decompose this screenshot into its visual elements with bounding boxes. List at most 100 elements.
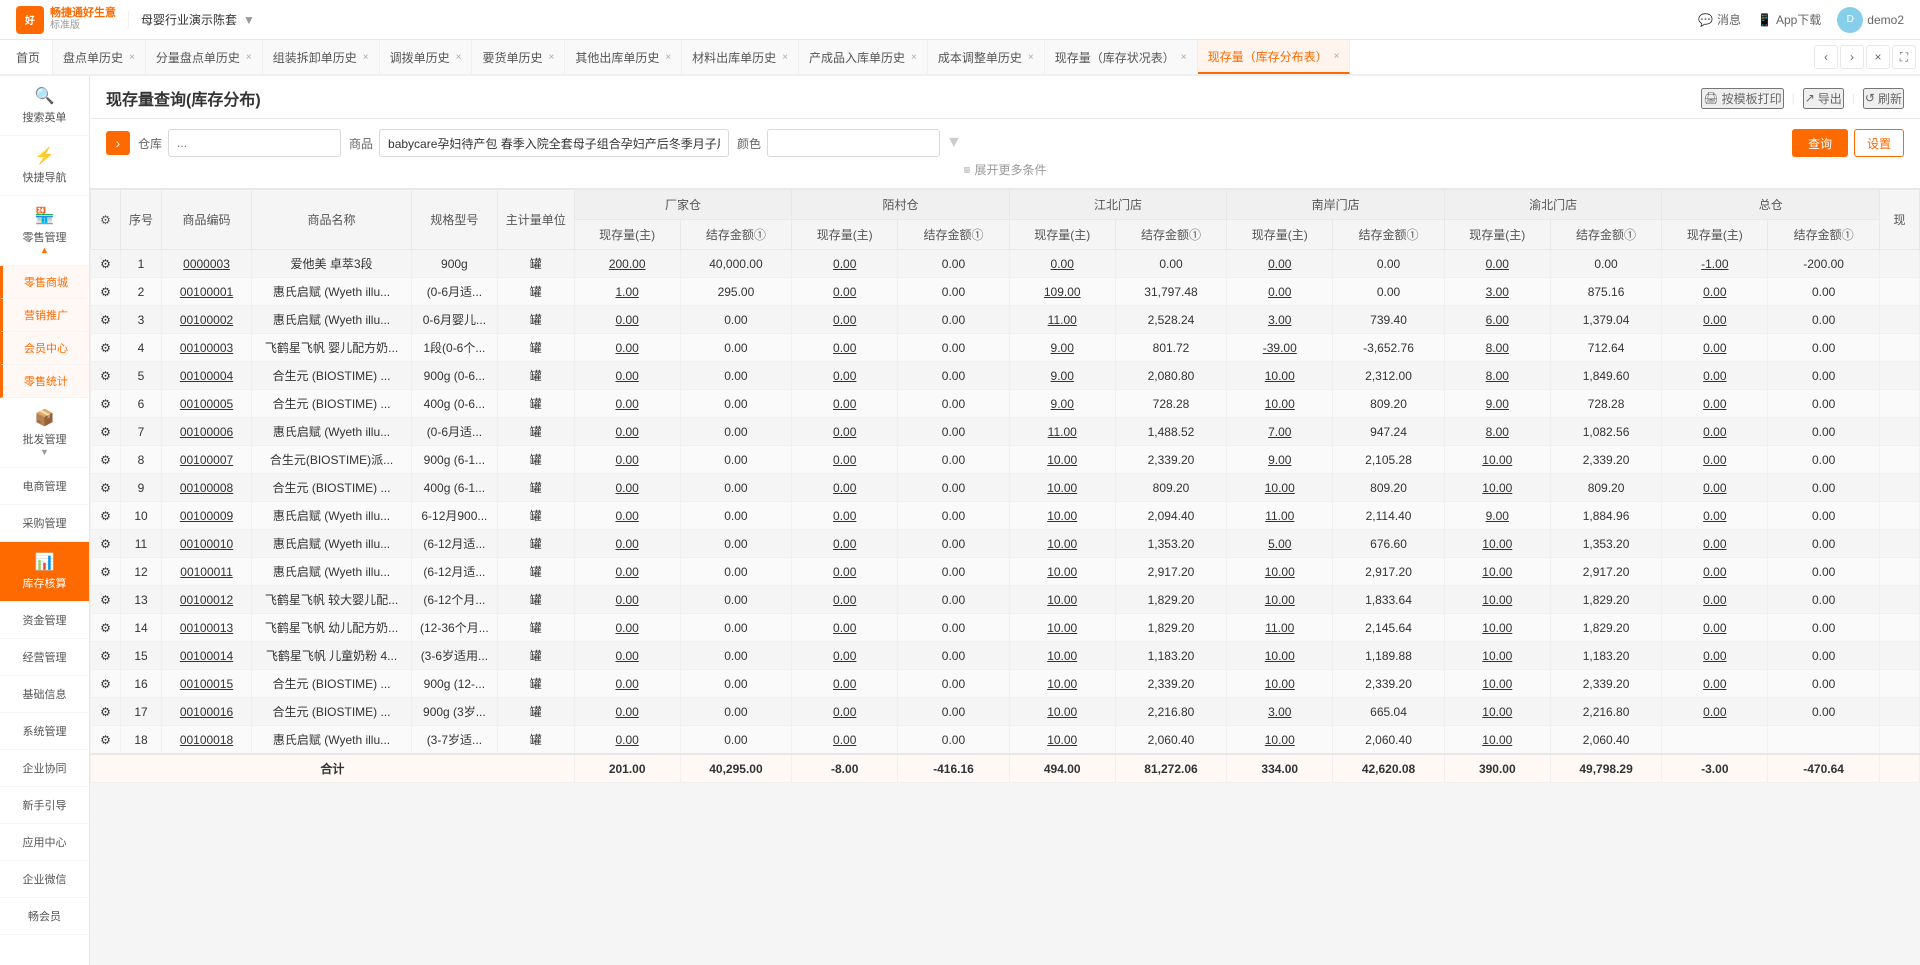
tab-close-icon[interactable]: ×: [665, 52, 671, 63]
tab-close-icon[interactable]: ×: [548, 52, 554, 63]
cell-settings[interactable]: ⚙: [91, 642, 121, 670]
export-button[interactable]: ↗ 导出: [1803, 88, 1844, 109]
cell-yimd-amt: 1,183.20: [1550, 642, 1662, 670]
tab-close-icon[interactable]: ×: [1334, 51, 1340, 62]
sidebar-item-system[interactable]: 系统管理: [0, 713, 89, 750]
warehouse-input[interactable]: [168, 129, 341, 157]
expand-more-btn[interactable]: ≡ 展开更多条件: [106, 157, 1904, 178]
logo-icon: 好: [16, 6, 44, 34]
tab-close-icon[interactable]: ×: [1181, 52, 1187, 63]
tab-close-icon[interactable]: ×: [911, 52, 917, 63]
cell-extra: [1880, 418, 1920, 446]
sidebar-item-retail-store[interactable]: 零售商城: [0, 266, 89, 299]
tab-home[interactable]: 首页: [4, 40, 53, 74]
company-selector[interactable]: 母婴行业演示陈套 ▼: [128, 11, 267, 28]
cell-cgc-qty: 0.00: [574, 614, 680, 642]
tab-material-outbound[interactable]: 材料出库单历史 ×: [682, 40, 799, 74]
user-menu[interactable]: D demo2: [1837, 7, 1904, 33]
cell-mcc-qty: 0.00: [792, 642, 898, 670]
tab-order-history[interactable]: 要货单历史 ×: [472, 40, 565, 74]
sidebar-item-vip-member[interactable]: 畅会员: [0, 898, 89, 935]
cell-cgc-qty: 1.00: [574, 278, 680, 306]
cell-settings[interactable]: ⚙: [91, 334, 121, 362]
cell-settings[interactable]: ⚙: [91, 558, 121, 586]
sidebar-item-enterprise[interactable]: 企业协同: [0, 750, 89, 787]
refresh-button[interactable]: ↺ 刷新: [1863, 88, 1904, 109]
sidebar-item-retail-stats[interactable]: 零售统计: [0, 365, 89, 398]
tab-other-outbound[interactable]: 其他出库单历史 ×: [565, 40, 682, 74]
tab-inventory-single[interactable]: 盘点单历史 ×: [53, 40, 146, 74]
cell-jbmd-qty: 10.00: [1009, 670, 1115, 698]
sidebar-item-enterprise-wechat[interactable]: 企业微信: [0, 861, 89, 898]
tab-expand-btn[interactable]: ⛶: [1892, 45, 1916, 69]
sidebar-item-retail[interactable]: 🏪 零售管理 ▲: [0, 196, 89, 266]
cell-settings[interactable]: ⚙: [91, 418, 121, 446]
sidebar-item-finance[interactable]: 资金管理: [0, 602, 89, 639]
cell-no: 3: [121, 306, 162, 334]
message-btn[interactable]: 💬 消息: [1698, 11, 1741, 28]
sidebar-item-inventory[interactable]: 📊 库存核算: [0, 542, 89, 602]
tab-finished-inbound[interactable]: 产成品入库单历史 ×: [799, 40, 928, 74]
cell-settings[interactable]: ⚙: [91, 250, 121, 278]
query-button[interactable]: 查询: [1792, 129, 1848, 157]
sidebar-item-quicknav[interactable]: ⚡ 快捷导航: [0, 136, 89, 196]
cell-settings[interactable]: ⚙: [91, 474, 121, 502]
settings-button[interactable]: 设置: [1854, 129, 1904, 157]
sidebar-item-wholesale[interactable]: 📦 批发管理 ▼: [0, 398, 89, 468]
cell-total-qty: 0.00: [1662, 362, 1768, 390]
page-header-actions: 🖨 按模板打印 | ↗ 导出 | ↺ 刷新: [1701, 88, 1904, 117]
cell-settings[interactable]: ⚙: [91, 530, 121, 558]
cell-settings[interactable]: ⚙: [91, 502, 121, 530]
tab-next-btn[interactable]: ›: [1840, 45, 1864, 69]
cell-cgc-qty: 0.00: [574, 390, 680, 418]
tab-group-disassemble[interactable]: 组装拆卸单历史 ×: [263, 40, 380, 74]
tab-close-icon[interactable]: ×: [129, 52, 135, 63]
cell-total-amt: 0.00: [1768, 474, 1880, 502]
cell-settings[interactable]: ⚙: [91, 446, 121, 474]
cell-total-qty: 0.00: [1662, 670, 1768, 698]
tab-transfer[interactable]: 调拨单历史 ×: [380, 40, 473, 74]
tab-cost-adjust[interactable]: 成本调整单历史 ×: [928, 40, 1045, 74]
product-input[interactable]: [379, 129, 729, 157]
tab-close-icon[interactable]: ×: [363, 52, 369, 63]
cell-settings[interactable]: ⚙: [91, 614, 121, 642]
print-button[interactable]: 🖨 按模板打印: [1701, 88, 1783, 109]
cell-settings[interactable]: ⚙: [91, 586, 121, 614]
tab-close-icon[interactable]: ×: [456, 52, 462, 63]
tab-close-icon[interactable]: ×: [1028, 52, 1034, 63]
cell-settings[interactable]: ⚙: [91, 670, 121, 698]
cell-spec: 0-6月婴儿...: [412, 306, 498, 334]
sidebar-item-ecommerce[interactable]: 电商管理: [0, 468, 89, 505]
tab-stock-dist[interactable]: 现存量（库存分布表） ×: [1198, 40, 1351, 74]
tab-close-icon[interactable]: ×: [782, 52, 788, 63]
cell-settings[interactable]: ⚙: [91, 726, 121, 755]
cell-jbmd-qty: 11.00: [1009, 418, 1115, 446]
cell-namd-amt: 1,189.88: [1333, 642, 1445, 670]
sidebar-item-basic[interactable]: 基础信息: [0, 676, 89, 713]
avatar: D: [1837, 7, 1863, 33]
sidebar-item-app-center[interactable]: 应用中心: [0, 824, 89, 861]
tab-close-icon[interactable]: ×: [246, 52, 252, 63]
cell-settings[interactable]: ⚙: [91, 390, 121, 418]
sidebar-item-purchase[interactable]: 采购管理: [0, 505, 89, 542]
color-dropdown-icon[interactable]: ▼: [946, 134, 962, 152]
sidebar-item-marketing[interactable]: 营销推广: [0, 299, 89, 332]
filter-collapse-btn[interactable]: ›: [106, 131, 130, 155]
cell-settings[interactable]: ⚙: [91, 306, 121, 334]
tab-prev-btn[interactable]: ‹: [1814, 45, 1838, 69]
sidebar-item-search[interactable]: 🔍 搜索英单: [0, 76, 89, 136]
cell-code: 00100018: [162, 726, 252, 755]
sidebar-item-operations[interactable]: 经营管理: [0, 639, 89, 676]
cell-settings[interactable]: ⚙: [91, 278, 121, 306]
cell-settings[interactable]: ⚙: [91, 698, 121, 726]
sidebar-item-guide[interactable]: 新手引导: [0, 787, 89, 824]
tab-stock-status[interactable]: 现存量（库存状况表） ×: [1045, 40, 1198, 74]
tab-sub-inventory[interactable]: 分量盘点单历史 ×: [146, 40, 263, 74]
cell-namd-qty: 10.00: [1227, 642, 1333, 670]
tab-close-all-btn[interactable]: ×: [1866, 45, 1890, 69]
app-download-btn[interactable]: 📱 App下载: [1757, 11, 1821, 28]
sidebar-item-member[interactable]: 会员中心: [0, 332, 89, 365]
th-settings[interactable]: ⚙: [91, 190, 121, 250]
cell-settings[interactable]: ⚙: [91, 362, 121, 390]
color-input[interactable]: [767, 129, 940, 157]
